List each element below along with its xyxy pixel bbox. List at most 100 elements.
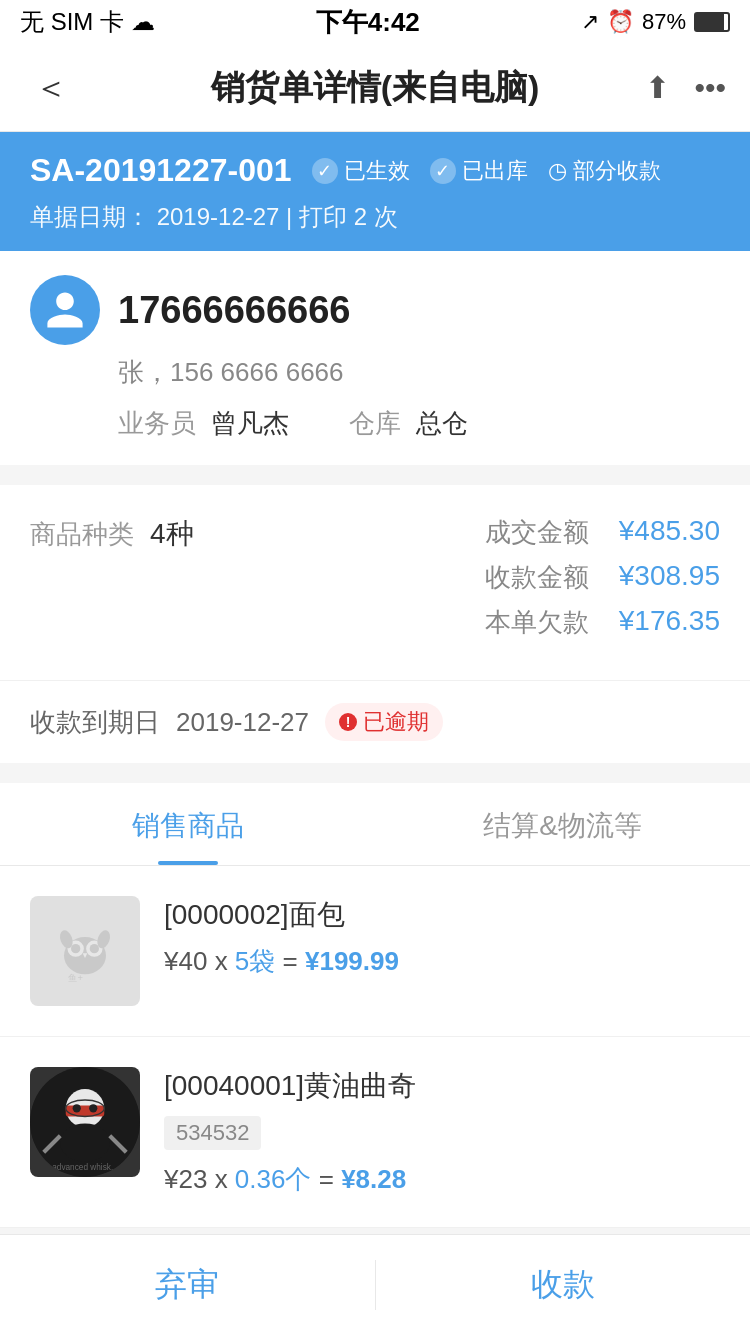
price-total-2: ¥8.28 bbox=[341, 1164, 406, 1194]
warehouse-info: 仓库 总仓 bbox=[349, 406, 468, 441]
owed-label: 本单欠款 bbox=[485, 605, 589, 640]
table-row: 鱼+ [0000002]面包 ¥40 x 5袋 = ¥199.99 bbox=[0, 866, 750, 1037]
status-badge-shipped: 已出库 bbox=[430, 156, 528, 186]
status-right: ↗ ⏰ 87% bbox=[581, 9, 730, 35]
order-id: SA-20191227-001 bbox=[30, 152, 292, 189]
ninja-icon: advanced whisk... bbox=[30, 1067, 140, 1177]
tab-sales-products[interactable]: 销售商品 bbox=[0, 783, 375, 865]
svg-point-13 bbox=[73, 1104, 81, 1112]
back-button[interactable]: ＜ bbox=[24, 55, 78, 121]
customer-name-phone: 张，156 6666 6666 bbox=[118, 355, 720, 390]
print-separator: | 打印 bbox=[286, 203, 347, 230]
customer-top: 17666666666 bbox=[30, 275, 720, 345]
share-icon[interactable]: ⬆ bbox=[645, 70, 670, 105]
product-thumbnail-1: 鱼+ bbox=[30, 896, 140, 1006]
product-type-label: 商品种类 bbox=[30, 517, 134, 552]
price-x-2: x bbox=[215, 1164, 235, 1194]
price-x-1: x bbox=[215, 946, 235, 976]
product-name-1: [0000002]面包 bbox=[164, 896, 720, 934]
sim-status: 无 SIM 卡 ☁ bbox=[20, 6, 155, 38]
bottom-bar: 弃审 收款 bbox=[0, 1234, 750, 1334]
summary-right: 成交金额 ¥485.30 收款金额 ¥308.95 本单欠款 ¥176.35 bbox=[485, 515, 720, 650]
deal-amount-label: 成交金额 bbox=[485, 515, 589, 550]
svg-text:鱼+: 鱼+ bbox=[68, 973, 82, 983]
reject-button[interactable]: 弃审 bbox=[0, 1243, 375, 1327]
date-label: 单据日期： bbox=[30, 203, 150, 230]
deal-amount-row: 成交金额 ¥485.30 bbox=[485, 515, 720, 550]
print-suffix: 次 bbox=[374, 203, 398, 230]
print-count: 2 bbox=[354, 203, 367, 230]
customer-phone: 17666666666 bbox=[118, 289, 350, 332]
status-badge-partial: 部分收款 bbox=[548, 156, 661, 186]
product-thumbnail-2: advanced whisk... bbox=[30, 1067, 140, 1177]
product-list: 鱼+ [0000002]面包 ¥40 x 5袋 = ¥199.99 bbox=[0, 866, 750, 1228]
customer-meta: 业务员 曾凡杰 仓库 总仓 bbox=[118, 406, 720, 441]
owl-icon: 鱼+ bbox=[50, 916, 120, 986]
summary-section: 商品种类 4种 成交金额 ¥485.30 收款金额 ¥308.95 本单欠款 ¥… bbox=[0, 485, 750, 680]
user-icon bbox=[43, 288, 87, 332]
svg-point-14 bbox=[89, 1104, 97, 1112]
collected-label: 收款金额 bbox=[485, 560, 589, 595]
price-qty-2: 0.36个 bbox=[235, 1164, 312, 1194]
price-eq-1: = bbox=[283, 946, 305, 976]
owed-value: ¥176.35 bbox=[619, 605, 720, 640]
order-banner-top: SA-20191227-001 已生效 已出库 部分收款 bbox=[30, 152, 720, 189]
due-date-label: 收款到期日 bbox=[30, 705, 160, 740]
product-name-2: [00040001]黄油曲奇 bbox=[164, 1067, 720, 1105]
product-info-1: [0000002]面包 ¥40 x 5袋 = ¥199.99 bbox=[164, 896, 720, 979]
svg-point-4 bbox=[90, 944, 99, 953]
overdue-text: 已逾期 bbox=[363, 707, 429, 737]
page-title: 销货单详情(来自电脑) bbox=[211, 65, 540, 111]
product-type-row: 商品种类 4种 bbox=[30, 515, 194, 553]
svg-point-15 bbox=[60, 1123, 110, 1162]
overdue-badge: ! 已逾期 bbox=[325, 703, 443, 741]
sales-label: 业务员 bbox=[118, 408, 196, 438]
avatar bbox=[30, 275, 100, 345]
nav-bar: ＜ 销货单详情(来自电脑) ⬆ ••• bbox=[0, 44, 750, 132]
owed-amount-row: 本单欠款 ¥176.35 bbox=[485, 605, 720, 640]
collect-button[interactable]: 收款 bbox=[376, 1243, 751, 1327]
tab-settlement[interactable]: 结算&物流等 bbox=[375, 783, 750, 865]
location-icon: ↗ bbox=[581, 9, 599, 35]
product-sku-badge: 534532 bbox=[164, 1116, 261, 1150]
battery-icon bbox=[694, 12, 730, 32]
overdue-icon: ! bbox=[339, 713, 357, 731]
more-icon[interactable]: ••• bbox=[694, 71, 726, 105]
price-base-1: ¥40 bbox=[164, 946, 207, 976]
table-row: advanced whisk... [00040001]黄油曲奇 534532 … bbox=[0, 1037, 750, 1228]
nav-actions: ⬆ ••• bbox=[645, 70, 726, 105]
svg-point-3 bbox=[71, 944, 80, 953]
status-badge-active: 已生效 bbox=[312, 156, 410, 186]
warehouse-value: 总仓 bbox=[416, 408, 468, 438]
tab-bar: 销售商品 结算&物流等 bbox=[0, 783, 750, 866]
price-eq-2: = bbox=[319, 1164, 341, 1194]
price-base-2: ¥23 bbox=[164, 1164, 207, 1194]
product-type-value: 4种 bbox=[150, 515, 194, 553]
collected-value: ¥308.95 bbox=[619, 560, 720, 595]
price-total-1: ¥199.99 bbox=[305, 946, 399, 976]
status-bar: 无 SIM 卡 ☁ 下午4:42 ↗ ⏰ 87% bbox=[0, 0, 750, 44]
price-qty-1: 5袋 bbox=[235, 946, 275, 976]
order-banner-sub: 单据日期： 2019-12-27 | 打印 2 次 bbox=[30, 201, 720, 233]
divider-1 bbox=[0, 465, 750, 485]
product-price-1: ¥40 x 5袋 = ¥199.99 bbox=[164, 944, 720, 979]
ninja-image: advanced whisk... bbox=[30, 1067, 140, 1177]
warehouse-label: 仓库 bbox=[349, 408, 401, 438]
product-price-2: ¥23 x 0.36个 = ¥8.28 bbox=[164, 1162, 720, 1197]
customer-section: 17666666666 张，156 6666 6666 业务员 曾凡杰 仓库 总… bbox=[0, 251, 750, 465]
summary-left: 商品种类 4种 bbox=[30, 515, 194, 559]
due-date-value: 2019-12-27 bbox=[176, 707, 309, 738]
sales-value: 曾凡杰 bbox=[211, 408, 289, 438]
svg-text:advanced whisk...: advanced whisk... bbox=[52, 1163, 118, 1172]
alarm-icon: ⏰ bbox=[607, 9, 634, 35]
order-date: 2019-12-27 bbox=[157, 203, 280, 230]
battery-status: 87% bbox=[642, 9, 686, 35]
order-banner: SA-20191227-001 已生效 已出库 部分收款 单据日期： 2019-… bbox=[0, 132, 750, 251]
due-section: 收款到期日 2019-12-27 ! 已逾期 bbox=[0, 680, 750, 763]
status-time: 下午4:42 bbox=[316, 5, 420, 40]
deal-amount-value: ¥485.30 bbox=[619, 515, 720, 550]
product-info-2: [00040001]黄油曲奇 534532 ¥23 x 0.36个 = ¥8.2… bbox=[164, 1067, 720, 1197]
sales-info: 业务员 曾凡杰 bbox=[118, 406, 289, 441]
status-left: 无 SIM 卡 ☁ bbox=[20, 6, 155, 38]
collected-amount-row: 收款金额 ¥308.95 bbox=[485, 560, 720, 595]
